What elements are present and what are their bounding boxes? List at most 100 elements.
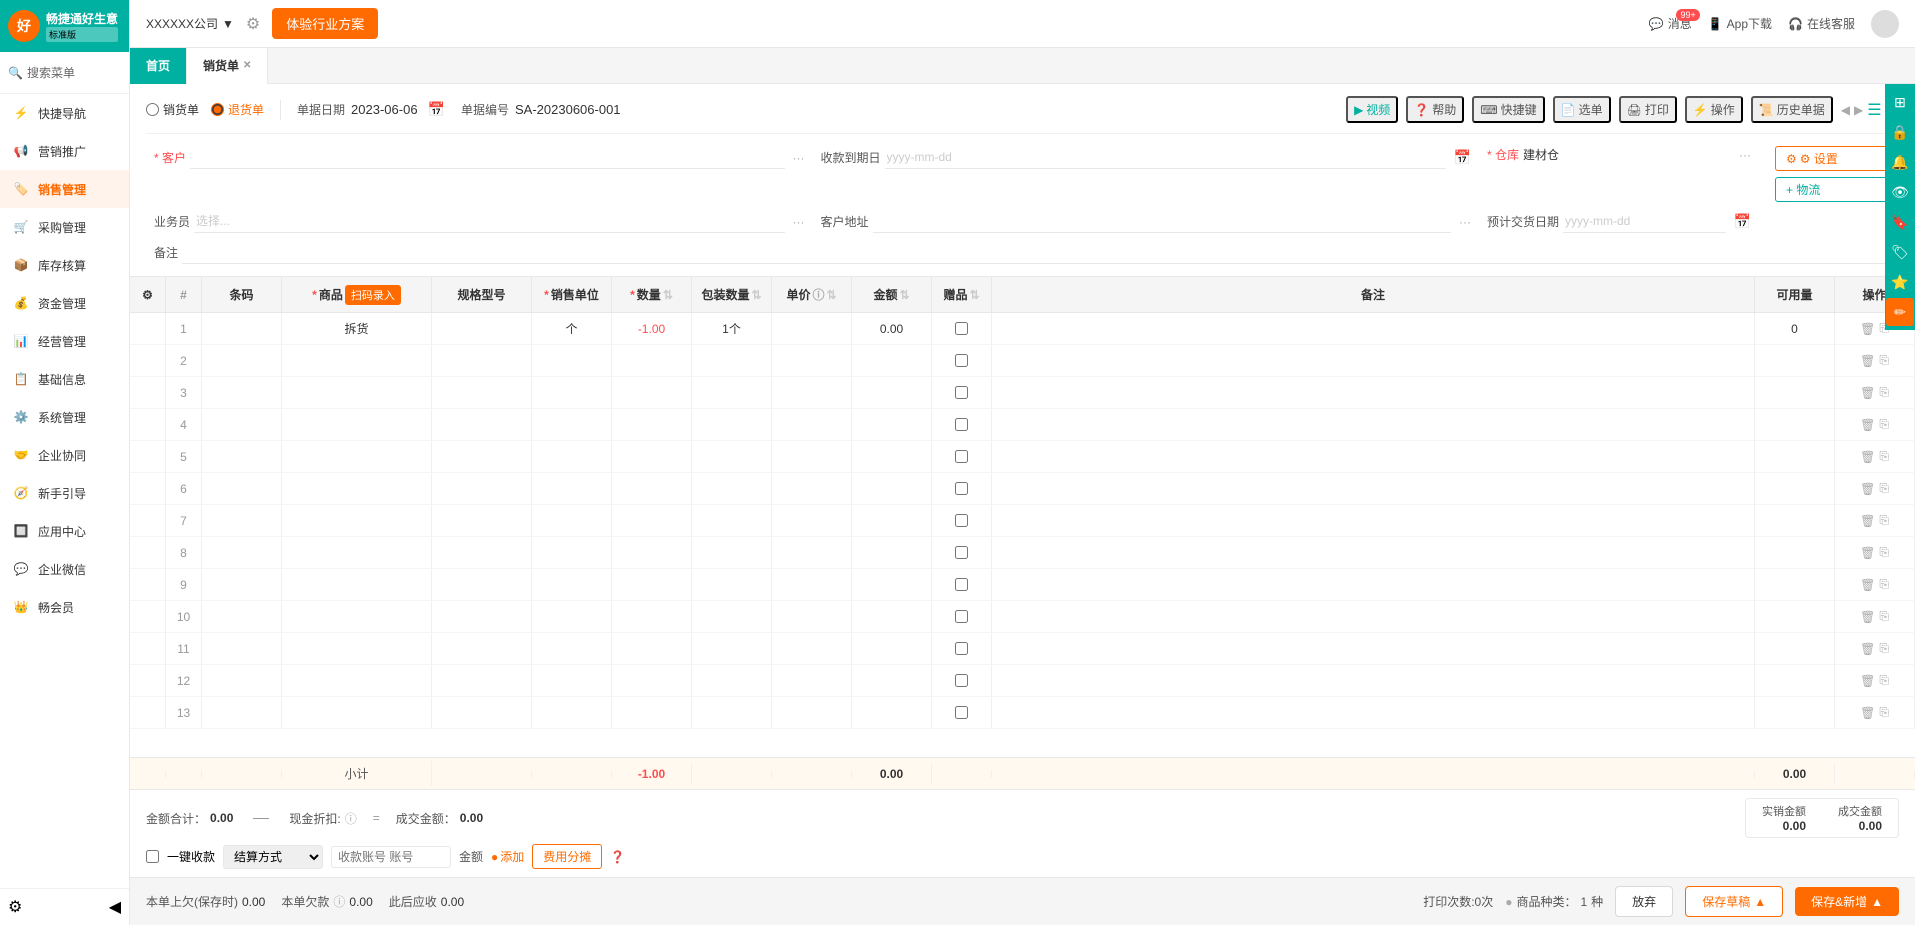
td-gift-12[interactable] <box>932 665 992 696</box>
td-price-6[interactable] <box>772 473 852 504</box>
copy-icon-9[interactable]: ⎘ <box>1879 577 1889 592</box>
table-view-icon[interactable]: ☰ <box>1867 100 1881 120</box>
td-remark-6[interactable] <box>992 473 1755 504</box>
td-spec-1[interactable] <box>432 313 532 344</box>
td-qty-4[interactable] <box>612 409 692 440</box>
td-pkg-13[interactable] <box>692 697 772 728</box>
td-spec-13[interactable] <box>432 697 532 728</box>
td-product-7[interactable] <box>282 505 432 536</box>
logistics-button[interactable]: + 物流 <box>1775 177 1899 202</box>
td-price-2[interactable] <box>772 345 852 376</box>
online-service-button[interactable]: 🎧 在线客服 <box>1788 15 1855 32</box>
rp-star-button[interactable]: ⭐ <box>1886 268 1914 296</box>
salesman-input[interactable] <box>194 210 784 233</box>
save-draft-button[interactable]: 保存草稿 ▲ <box>1685 886 1783 917</box>
td-pkg-10[interactable] <box>692 601 772 632</box>
td-pkg-5[interactable] <box>692 441 772 472</box>
message-button[interactable]: 💬 消息 99+ <box>1649 15 1692 32</box>
copy-icon-12[interactable]: ⎘ <box>1879 673 1889 688</box>
td-price-1[interactable] <box>772 313 852 344</box>
td-spec-11[interactable] <box>432 633 532 664</box>
rp-bookmark-button[interactable]: 🔖 <box>1886 208 1914 236</box>
copy-icon-3[interactable]: ⎘ <box>1879 385 1889 400</box>
settings-button[interactable]: ⚙ ⚙ 设置 <box>1775 146 1899 171</box>
td-gift-6[interactable] <box>932 473 992 504</box>
salesman-more-icon[interactable]: ··· <box>793 215 805 229</box>
td-pkg-12[interactable] <box>692 665 772 696</box>
td-price-7[interactable] <box>772 505 852 536</box>
topbar-gear-icon[interactable]: ⚙ <box>246 14 260 34</box>
delete-icon-7[interactable]: 🗑 <box>1860 514 1875 528</box>
td-product-11[interactable] <box>282 633 432 664</box>
sidebar-item-guide[interactable]: 🧭 新手引导 <box>0 474 129 512</box>
td-barcode-8[interactable] <box>202 537 282 568</box>
tab-home[interactable]: 首页 <box>130 48 187 84</box>
copy-icon-11[interactable]: ⎘ <box>1879 641 1889 656</box>
td-product-6[interactable] <box>282 473 432 504</box>
td-barcode-10[interactable] <box>202 601 282 632</box>
copy-icon-13[interactable]: ⎘ <box>1879 705 1889 720</box>
tab-sales-order[interactable]: 销货单 ✕ <box>187 48 268 84</box>
td-gift-8[interactable] <box>932 537 992 568</box>
td-qty-8[interactable] <box>612 537 692 568</box>
delete-icon-8[interactable]: 🗑 <box>1860 546 1875 560</box>
delete-icon-11[interactable]: 🗑 <box>1860 642 1875 656</box>
sidebar-item-collab[interactable]: 🤝 企业协同 <box>0 436 129 474</box>
td-gift-9[interactable] <box>932 569 992 600</box>
user-avatar[interactable] <box>1871 10 1899 38</box>
fee-split-button[interactable]: 费用分摊 <box>532 844 602 869</box>
rp-eye-button[interactable]: 👁 <box>1886 178 1914 206</box>
copy-icon-4[interactable]: ⎘ <box>1879 417 1889 432</box>
tab-close-icon[interactable]: ✕ <box>243 60 251 71</box>
copy-icon-6[interactable]: ⎘ <box>1879 481 1889 496</box>
td-amount-2[interactable] <box>852 345 932 376</box>
td-price-3[interactable] <box>772 377 852 408</box>
add-payment-button[interactable]: ● 添加 <box>491 848 524 865</box>
rp-lock-button[interactable]: 🔒 <box>1886 118 1914 146</box>
rp-edit-button[interactable]: ✏ <box>1886 298 1914 326</box>
copy-icon-5[interactable]: ⎘ <box>1879 449 1889 464</box>
td-spec-12[interactable] <box>432 665 532 696</box>
td-product-12[interactable] <box>282 665 432 696</box>
radio-return-order[interactable]: 退货单 <box>211 101 264 118</box>
td-remark-2[interactable] <box>992 345 1755 376</box>
td-gift-11[interactable] <box>932 633 992 664</box>
td-qty-13[interactable] <box>612 697 692 728</box>
expected-date-calendar-icon[interactable]: 📅 <box>1734 213 1751 230</box>
scan-button[interactable]: 扫码录入 <box>345 285 401 305</box>
td-unit-2[interactable] <box>532 345 612 376</box>
radio-sale-order[interactable]: 销货单 <box>146 101 199 118</box>
td-unit-10[interactable] <box>532 601 612 632</box>
td-pkg-8[interactable] <box>692 537 772 568</box>
td-product-8[interactable] <box>282 537 432 568</box>
td-amount-3[interactable] <box>852 377 932 408</box>
search-menu-button[interactable]: 🔍 搜索菜单 <box>8 60 121 85</box>
td-barcode-13[interactable] <box>202 697 282 728</box>
td-remark-11[interactable] <box>992 633 1755 664</box>
td-unit-7[interactable] <box>532 505 612 536</box>
account-input[interactable] <box>331 846 451 868</box>
print-button[interactable]: 🖨 打印 <box>1619 96 1677 123</box>
td-unit-5[interactable] <box>532 441 612 472</box>
delete-icon-5[interactable]: 🗑 <box>1860 450 1875 464</box>
td-product-4[interactable] <box>282 409 432 440</box>
rp-grid-button[interactable]: ⊞ <box>1886 88 1914 116</box>
td-pkg-4[interactable] <box>692 409 772 440</box>
sidebar-item-sales[interactable]: 🏷️ 销售管理 <box>0 170 129 208</box>
customer-addr-input[interactable] <box>873 210 1451 233</box>
customer-more-icon[interactable]: ··· <box>793 151 805 165</box>
td-amount-8[interactable] <box>852 537 932 568</box>
rp-bell-button[interactable]: 🔔 <box>1886 148 1914 176</box>
td-spec-8[interactable] <box>432 537 532 568</box>
td-pkg-9[interactable] <box>692 569 772 600</box>
td-spec-3[interactable] <box>432 377 532 408</box>
td-product-3[interactable] <box>282 377 432 408</box>
td-spec-4[interactable] <box>432 409 532 440</box>
help-button[interactable]: ❓ 帮助 <box>1406 96 1464 123</box>
td-qty-1[interactable]: -1.00 <box>612 313 692 344</box>
td-barcode-3[interactable] <box>202 377 282 408</box>
td-pkg-7[interactable] <box>692 505 772 536</box>
td-barcode-12[interactable] <box>202 665 282 696</box>
one-click-checkbox[interactable] <box>146 850 159 863</box>
td-unit-6[interactable] <box>532 473 612 504</box>
